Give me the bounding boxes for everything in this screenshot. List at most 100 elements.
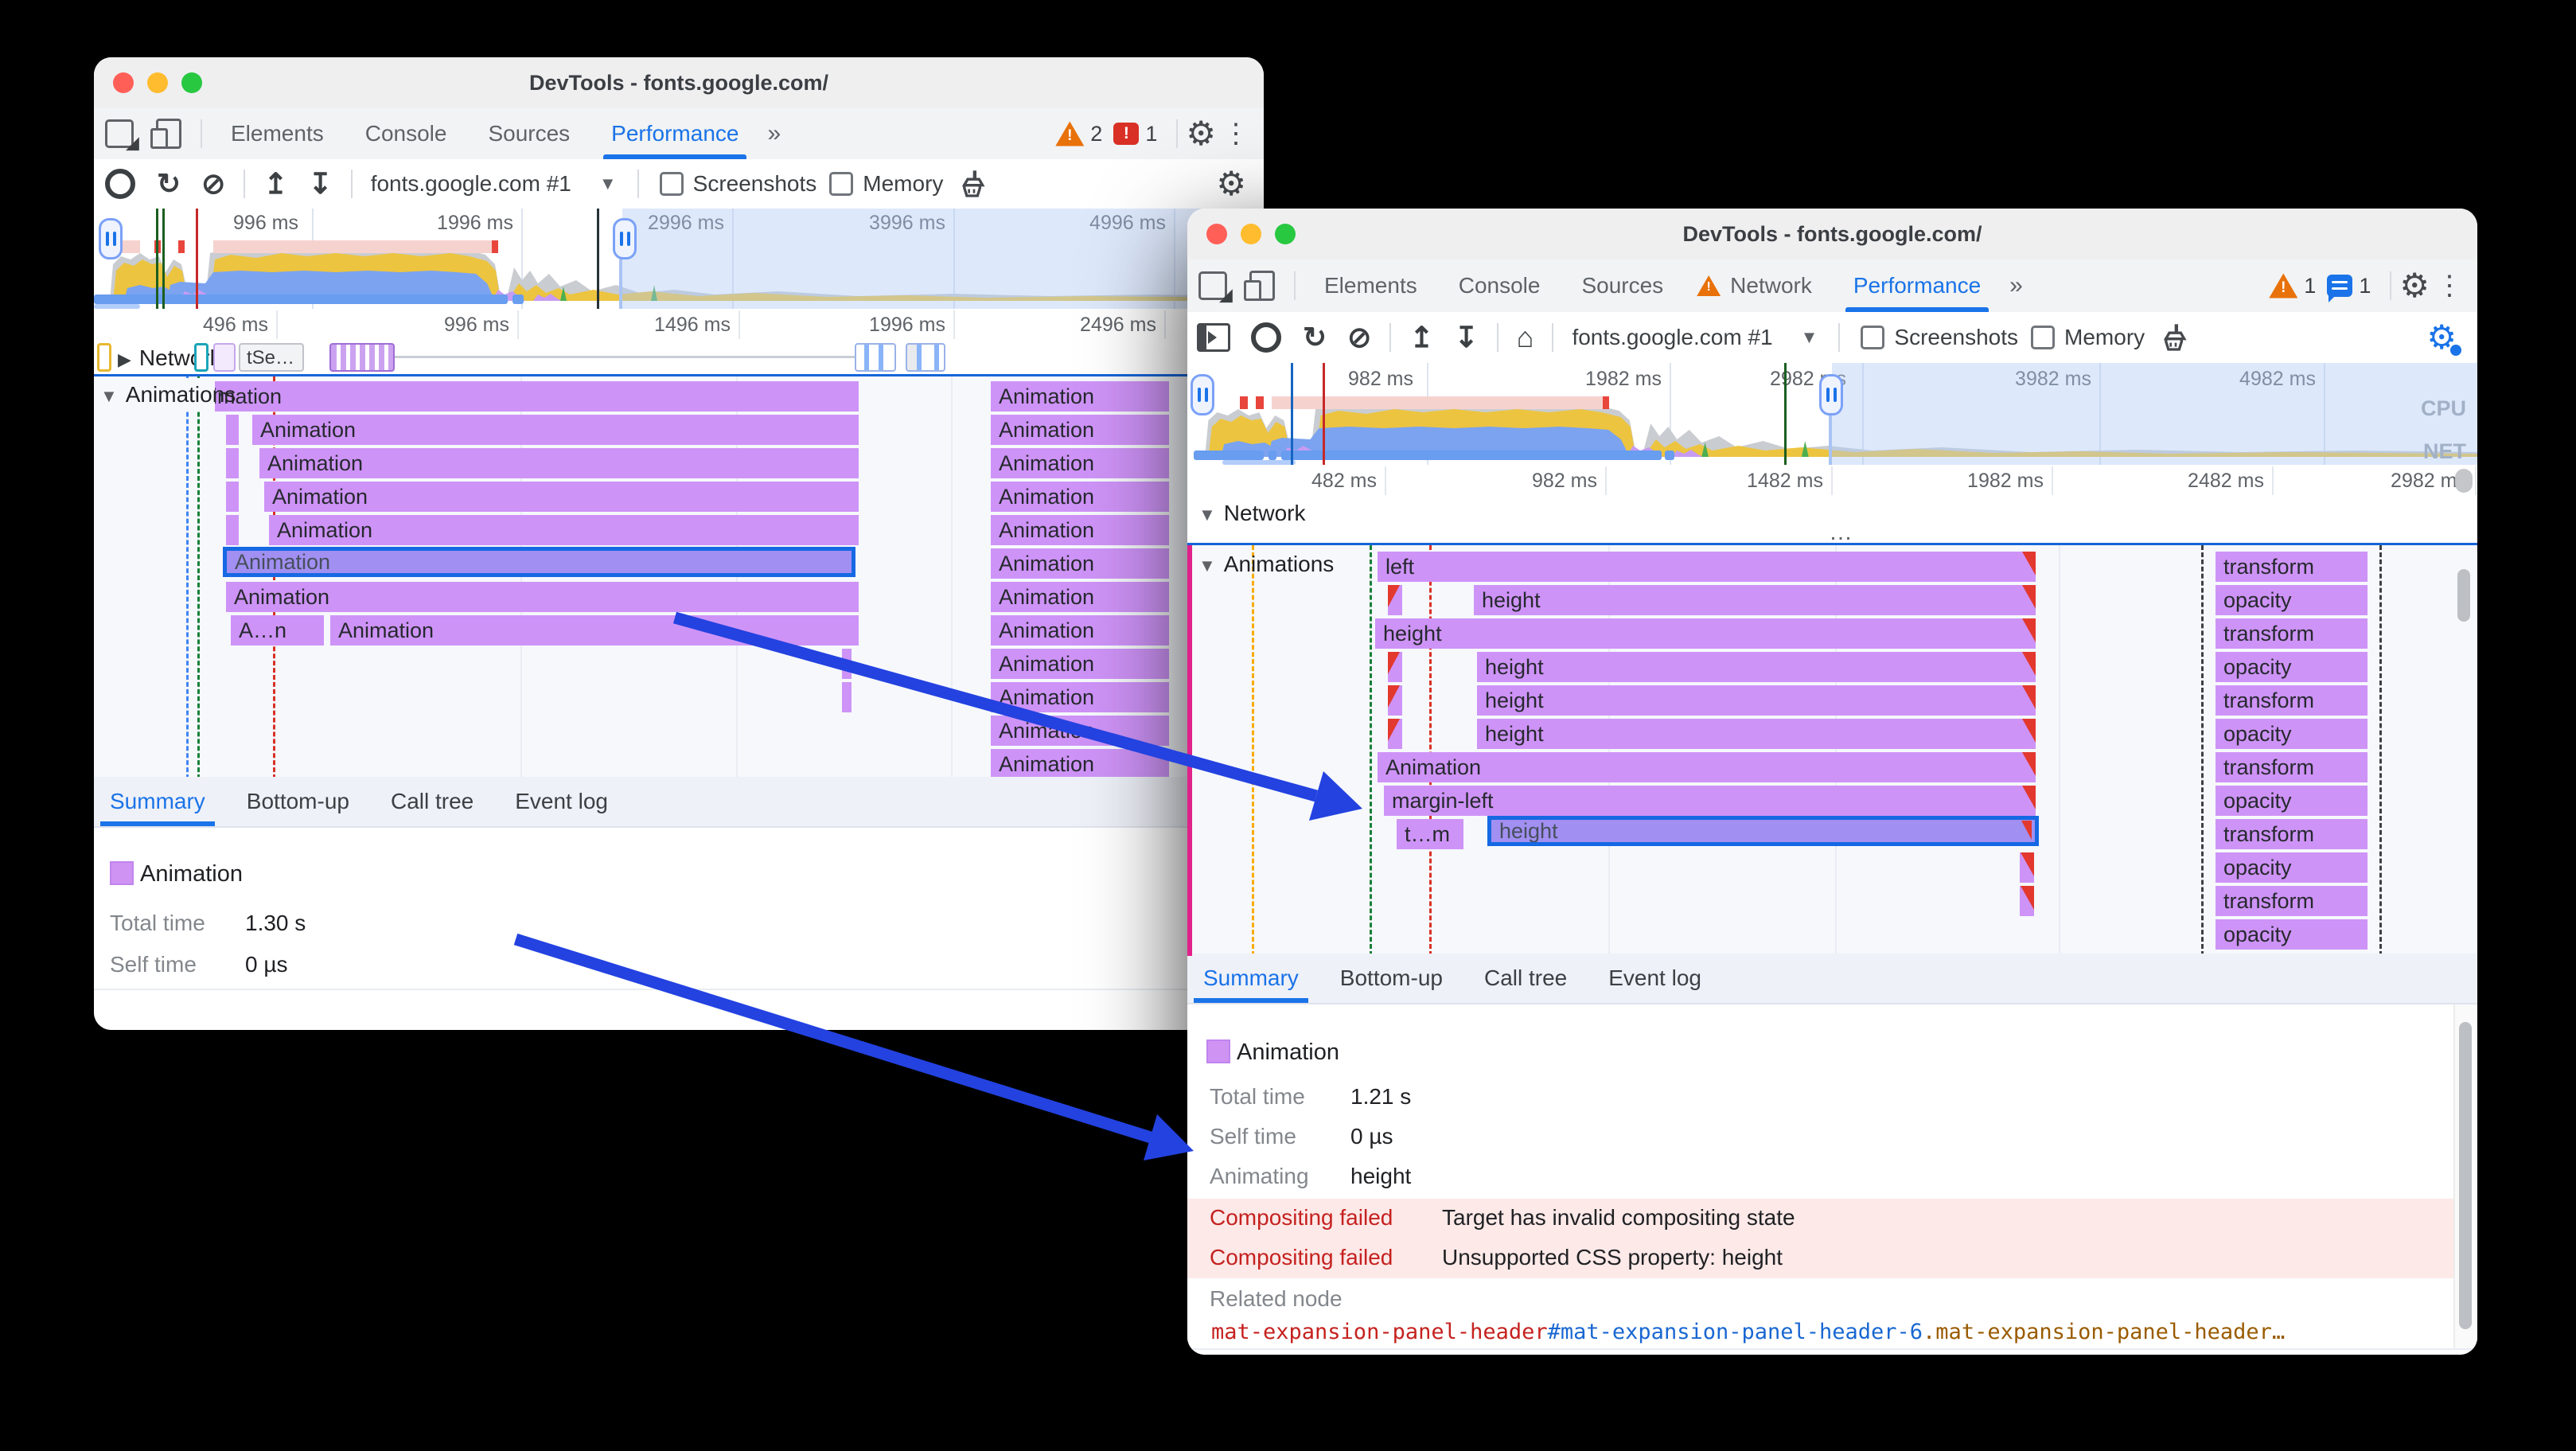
warning-icon[interactable]: ! (1055, 121, 1085, 146)
animation-bar[interactable]: left (1378, 552, 2036, 582)
animation-bar[interactable]: Animation (991, 582, 1169, 612)
track-scrollbar-thumb[interactable] (2457, 569, 2470, 622)
animation-bar[interactable]: Animation (991, 381, 1169, 412)
animation-bar[interactable] (226, 515, 239, 545)
network-request-chip[interactable] (906, 343, 945, 372)
animations-track[interactable]: ▼ Animations left height height height he… (1187, 543, 2477, 958)
animation-bar[interactable]: Animation (212, 381, 859, 412)
home-icon[interactable]: ⌂ (1517, 323, 1534, 352)
animation-bar[interactable]: Animation (259, 448, 859, 478)
tab-sources[interactable]: Sources (1561, 259, 1684, 312)
animation-bar[interactable]: Animation (991, 482, 1169, 512)
related-node-link[interactable]: mat-expansion-panel-header#mat-expansion… (1211, 1320, 2285, 1344)
node-class[interactable]: .mat-expansion-panel-header… (1923, 1320, 2285, 1344)
overview-left-handle[interactable] (1191, 374, 1214, 415)
disclosure-triangle-icon[interactable]: ▼ (100, 386, 118, 406)
overview-right-handle[interactable] (613, 218, 637, 259)
animation-bar[interactable]: opacity (2216, 786, 2368, 816)
animation-bar[interactable]: opacity (2216, 919, 2368, 950)
animation-bar[interactable] (226, 415, 239, 445)
disclosure-triangle-icon[interactable]: ▼ (1198, 505, 1216, 525)
animation-bar[interactable]: height (1474, 585, 2036, 615)
track-resize-strip[interactable]: … (1187, 519, 2477, 545)
animation-bar[interactable]: opacity (2216, 585, 2368, 615)
more-tabs-icon[interactable]: » (2001, 272, 2031, 299)
toggle-sidebar-icon[interactable] (1197, 323, 1230, 352)
animation-bar[interactable]: transform (2216, 685, 2368, 716)
animation-bar[interactable]: transform (2216, 552, 2368, 582)
record-icon[interactable] (105, 169, 135, 199)
disclosure-triangle-icon[interactable]: ▼ (1198, 556, 1216, 575)
capture-settings-gear-icon[interactable]: ⚙ (1216, 167, 1246, 201)
collect-garbage-icon[interactable] (2157, 322, 2189, 353)
overview-dimmed-region[interactable] (622, 209, 1264, 309)
minimize-button[interactable] (1241, 224, 1261, 244)
animation-bar[interactable]: opacity (2216, 852, 2368, 883)
animation-bar[interactable]: Animation (226, 582, 859, 612)
close-button[interactable] (113, 72, 134, 93)
network-request-chip[interactable] (194, 343, 208, 372)
download-profile-icon[interactable]: ↧ (1455, 323, 1479, 352)
animation-bar[interactable]: Animation (991, 448, 1169, 478)
animation-bar[interactable]: Animation (991, 515, 1169, 545)
overview-dimmed-region[interactable] (1832, 363, 2477, 465)
screenshots-checkbox[interactable] (1861, 326, 1885, 349)
zoom-button[interactable] (181, 72, 202, 93)
animation-bar[interactable]: Animation (252, 415, 859, 445)
tab-console[interactable]: Console (1438, 259, 1561, 312)
reload-icon[interactable]: ↻ (1303, 323, 1327, 352)
animation-bar[interactable]: Animation (330, 615, 859, 646)
tab-console[interactable]: Console (345, 108, 468, 159)
tab-network[interactable]: Network (1721, 259, 1833, 312)
animation-bar[interactable]: transform (2216, 618, 2368, 649)
animation-bar[interactable]: transform (2216, 819, 2368, 849)
animation-bar[interactable]: transform (2216, 886, 2368, 916)
animation-bar-selected[interactable]: height (1487, 816, 2039, 846)
node-id[interactable]: #mat-expansion-panel-header-6 (1548, 1320, 1923, 1344)
download-profile-icon[interactable]: ↧ (309, 170, 333, 198)
animations-track[interactable]: ▼ Animations Animation Animation Animatio… (94, 374, 1264, 782)
warning-icon[interactable]: ! (2269, 273, 2298, 298)
issues-icon[interactable]: ! (1113, 123, 1140, 145)
animation-bar[interactable]: Animation (991, 749, 1169, 779)
more-menu-icon[interactable]: ⋮ (1216, 118, 1264, 150)
animation-bar[interactable] (226, 448, 239, 478)
dropdown-caret-icon[interactable]: ▼ (1801, 327, 1818, 348)
animation-bar[interactable]: Animation (991, 649, 1169, 679)
tab-summary[interactable]: Summary (1194, 954, 1308, 1003)
dropdown-caret-icon[interactable]: ▼ (599, 174, 617, 194)
memory-checkbox[interactable] (2031, 326, 2056, 349)
animation-bar[interactable]: Animation (1378, 752, 2036, 782)
animation-bar[interactable]: t…m (1397, 819, 1463, 849)
scrollbar-track[interactable] (2453, 1004, 2477, 1348)
animation-bar[interactable]: Animation (991, 615, 1169, 646)
animation-bar[interactable]: A…n (231, 615, 324, 646)
device-toolbar-icon[interactable] (1244, 271, 1275, 301)
animation-bar-selected[interactable]: Animation (223, 547, 855, 577)
tab-bottom-up[interactable]: Bottom-up (1340, 954, 1443, 1003)
animation-bar[interactable]: opacity (2216, 652, 2368, 682)
tab-call-tree[interactable]: Call tree (1484, 954, 1567, 1003)
tab-elements[interactable]: Elements (210, 108, 345, 159)
tab-call-tree[interactable]: Call tree (391, 777, 474, 826)
close-button[interactable] (1206, 224, 1227, 244)
upload-profile-icon[interactable]: ↥ (1409, 323, 1433, 352)
settings-gear-icon[interactable]: ⚙ (1186, 117, 1216, 150)
animation-bar[interactable] (226, 482, 239, 512)
more-menu-icon[interactable]: ⋮ (2430, 270, 2477, 302)
device-toolbar-icon[interactable] (150, 119, 181, 149)
scrollbar-thumb[interactable] (2459, 1022, 2472, 1329)
tab-performance[interactable]: Performance (1833, 259, 2001, 312)
tab-performance[interactable]: Performance (590, 108, 759, 159)
zoom-button[interactable] (1275, 224, 1296, 244)
tab-event-log[interactable]: Event log (1608, 954, 1701, 1003)
animation-bar[interactable] (842, 682, 852, 712)
capture-settings-gear-icon[interactable]: ⚙ (2426, 321, 2461, 356)
overview-left-handle[interactable] (99, 218, 123, 259)
profile-select[interactable]: fonts.google.com #1 (1572, 326, 1772, 349)
drag-handle-icon[interactable]: … (1829, 519, 1855, 546)
node-tag[interactable]: mat-expansion-panel-header (1211, 1320, 1548, 1344)
reload-icon[interactable]: ↻ (157, 170, 181, 198)
network-track[interactable]: ▶ Network tSe… (94, 341, 1264, 376)
animation-bar[interactable]: Animation (991, 682, 1169, 712)
